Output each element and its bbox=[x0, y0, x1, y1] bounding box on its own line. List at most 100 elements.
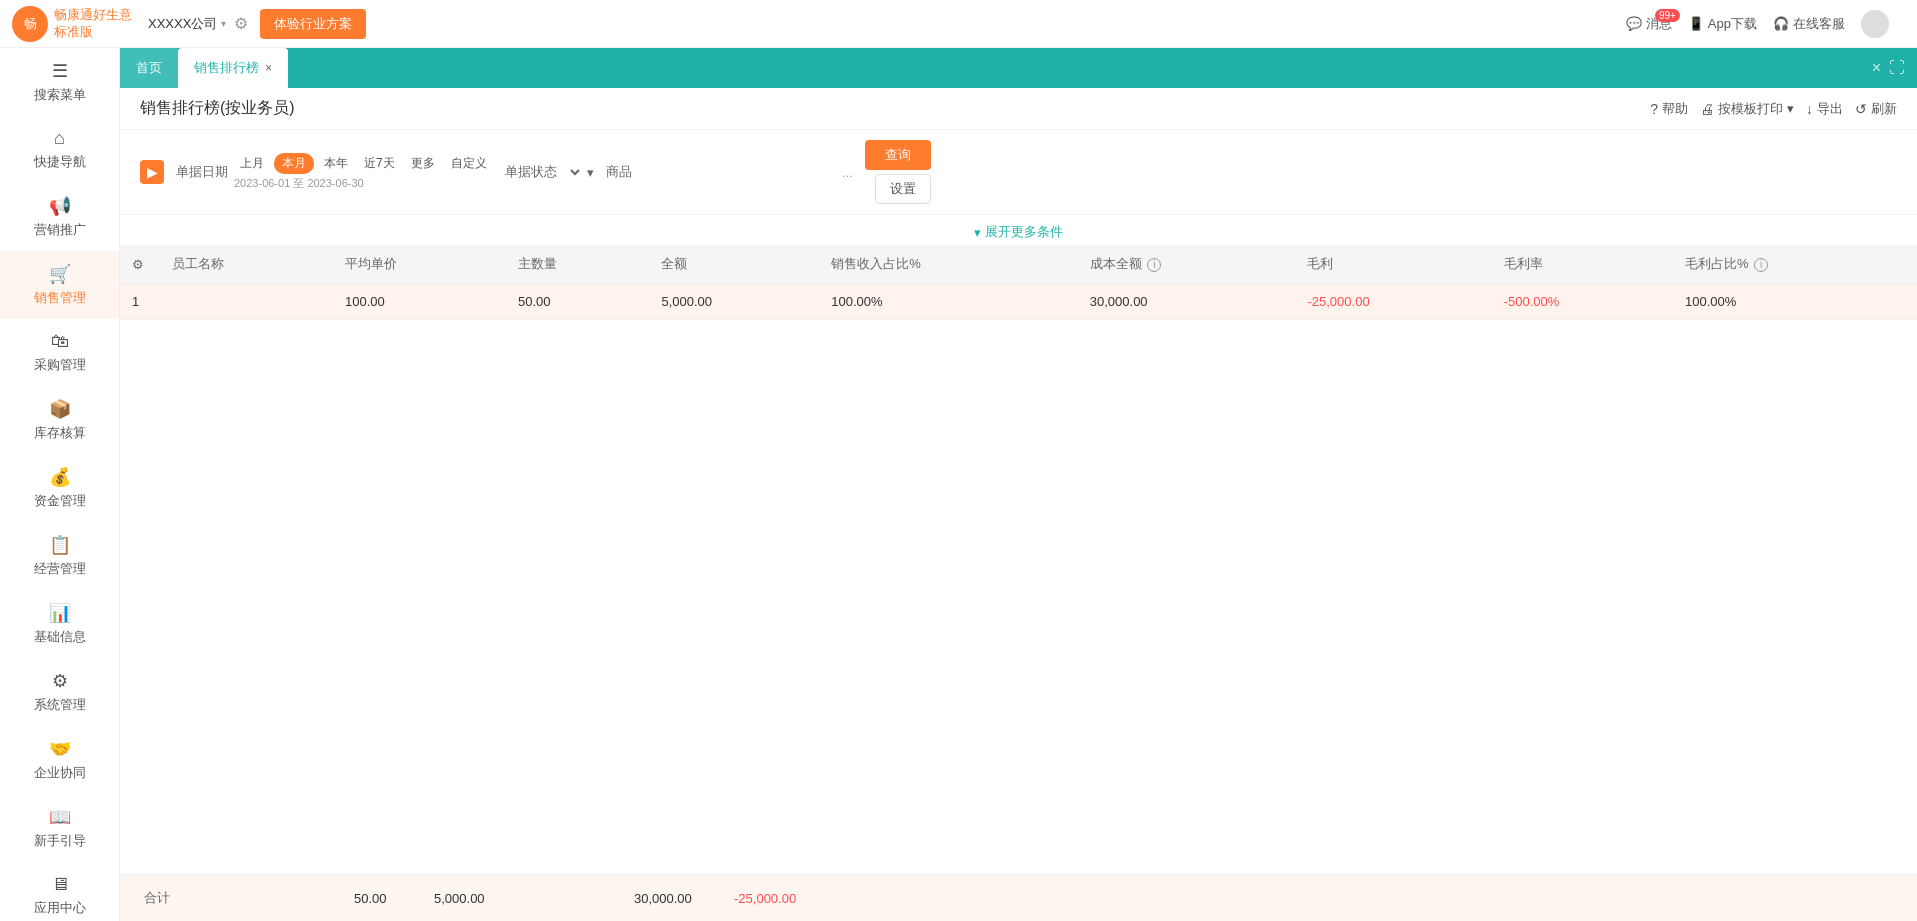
table-body: 1100.0050.005,000.00100.00%30,000.00-25,… bbox=[120, 284, 1917, 320]
sidebar-item-marketing[interactable]: 📢 营销推广 bbox=[0, 183, 119, 251]
message-badge: 99+ bbox=[1655, 9, 1680, 22]
date-option-thismonth[interactable]: 本月 bbox=[274, 153, 314, 174]
sidebar-label-search: 搜索菜单 bbox=[34, 86, 86, 104]
print-button[interactable]: 🖨 按模板打印 ▾ bbox=[1700, 100, 1794, 118]
sidebar-item-finance[interactable]: 💰 资金管理 bbox=[0, 454, 119, 522]
sidebar-item-search[interactable]: ☰ 搜索菜单 bbox=[0, 48, 119, 116]
expand-more-button[interactable]: ▾ 展开更多条件 bbox=[974, 223, 1063, 241]
sidebar-item-inventory[interactable]: 📦 库存核算 bbox=[0, 386, 119, 454]
tab-close-icon[interactable]: × bbox=[265, 61, 272, 75]
cell-profit: -25,000.00 bbox=[1295, 284, 1491, 320]
footer-main-qty: 50.00 bbox=[342, 887, 422, 910]
guide-icon: 📖 bbox=[49, 806, 71, 828]
tab-home[interactable]: 首页 bbox=[120, 48, 178, 88]
goods-text-input[interactable] bbox=[638, 165, 838, 180]
company-selector[interactable]: XXXXX公司 ▾ bbox=[148, 15, 226, 33]
export-icon: ↓ bbox=[1806, 101, 1813, 117]
finance-icon: 💰 bbox=[49, 466, 71, 488]
home-icon: ⌂ bbox=[54, 128, 65, 149]
sidebar-item-quicknav[interactable]: ⌂ 快捷导航 bbox=[0, 116, 119, 183]
goods-dots-button[interactable]: ... bbox=[842, 165, 853, 180]
expand-arrow-button[interactable]: ▶ bbox=[140, 160, 164, 184]
status-select[interactable]: ▾ bbox=[563, 164, 594, 181]
goods-filter-label: 商品 bbox=[606, 163, 632, 181]
print-icon: 🖨 bbox=[1700, 101, 1714, 117]
date-option-more[interactable]: 更多 bbox=[405, 153, 441, 174]
trial-button[interactable]: 体验行业方案 bbox=[260, 9, 366, 39]
th-employee: 员工名称 bbox=[160, 245, 333, 284]
date-option-thisyear[interactable]: 本年 bbox=[318, 153, 354, 174]
settings-col-icon[interactable]: ⚙ bbox=[132, 257, 144, 272]
cell-cost: 30,000.00 bbox=[1078, 284, 1296, 320]
sidebar-label-sales: 销售管理 bbox=[34, 289, 86, 307]
status-dropdown[interactable] bbox=[563, 164, 583, 181]
table-wrapper: ⚙ 员工名称 平均单价 主数量 全额 销售收入占比% 成本全额 i 毛利 毛利率… bbox=[120, 245, 1917, 921]
tab-bar-right: × ⛶ bbox=[1872, 59, 1917, 77]
date-option-lastmonth[interactable]: 上月 bbox=[234, 153, 270, 174]
profit-pct-info-icon[interactable]: i bbox=[1754, 258, 1768, 272]
th-profit-rate: 毛利率 bbox=[1492, 245, 1673, 284]
gear-icon[interactable]: ⚙ bbox=[234, 14, 248, 33]
refresh-button[interactable]: ↺ 刷新 bbox=[1855, 100, 1897, 118]
app-download-button[interactable]: 📱 App下载 bbox=[1688, 15, 1757, 33]
sidebar-item-guide[interactable]: 📖 新手引导 bbox=[0, 794, 119, 862]
sidebar-item-enterprise[interactable]: 🤝 企业协同 bbox=[0, 726, 119, 794]
tab-sales-ranking[interactable]: 销售排行榜 × bbox=[178, 48, 288, 88]
th-profit-pct: 毛利占比% i bbox=[1673, 245, 1917, 284]
footer-label: 合计 bbox=[132, 885, 252, 911]
th-settings[interactable]: ⚙ bbox=[120, 245, 160, 284]
window-close-icon[interactable]: × bbox=[1872, 59, 1881, 77]
sidebar-item-purchase[interactable]: 🛍 采购管理 bbox=[0, 319, 119, 386]
page-content: 销售排行榜(按业务员) ? 帮助 🖨 按模板打印 ▾ ↓ 导出 bbox=[120, 88, 1917, 921]
sidebar-item-system[interactable]: ⚙ 系统管理 bbox=[0, 658, 119, 726]
cell-employee bbox=[160, 284, 333, 320]
sidebar-label-inventory: 库存核算 bbox=[34, 424, 86, 442]
th-avg-price: 平均单价 bbox=[333, 245, 506, 284]
date-option-custom[interactable]: 自定义 bbox=[445, 153, 493, 174]
search-menu-icon: ☰ bbox=[52, 60, 68, 82]
print-arrow-icon: ▾ bbox=[1787, 101, 1794, 116]
sidebar-item-basics[interactable]: 📊 基础信息 bbox=[0, 590, 119, 658]
cell-profit-pct: 100.00% bbox=[1673, 284, 1917, 320]
th-main-qty: 主数量 bbox=[506, 245, 649, 284]
data-table: ⚙ 员工名称 平均单价 主数量 全额 销售收入占比% 成本全额 i 毛利 毛利率… bbox=[120, 245, 1917, 320]
help-button[interactable]: ? 帮助 bbox=[1650, 100, 1688, 118]
page-actions: ? 帮助 🖨 按模板打印 ▾ ↓ 导出 ↺ 刷新 bbox=[1650, 100, 1897, 118]
sidebar-label-enterprise: 企业协同 bbox=[34, 764, 86, 782]
sidebar-item-sales[interactable]: 🛒 销售管理 bbox=[0, 251, 119, 319]
sales-icon: 🛒 bbox=[49, 263, 71, 285]
online-service-button[interactable]: 🎧 在线客服 bbox=[1773, 15, 1845, 33]
purchase-icon: 🛍 bbox=[51, 331, 69, 352]
page-header: 销售排行榜(按业务员) ? 帮助 🖨 按模板打印 ▾ ↓ 导出 bbox=[120, 88, 1917, 129]
status-filter-group: 单据状态 ▾ bbox=[505, 163, 594, 181]
message-button[interactable]: 💬 消息 99+ bbox=[1626, 15, 1672, 33]
table-row: 1100.0050.005,000.00100.00%30,000.00-25,… bbox=[120, 284, 1917, 320]
tab-active-label: 销售排行榜 bbox=[194, 59, 259, 77]
filter-actions: 查询 设置 bbox=[865, 140, 931, 204]
app-icon: 📱 bbox=[1688, 16, 1704, 31]
sidebar-item-operations[interactable]: 📋 经营管理 bbox=[0, 522, 119, 590]
cell-main-qty: 50.00 bbox=[506, 284, 649, 320]
content-area: 首页 销售排行榜 × × ⛶ 销售排行榜(按业务员) ? 帮助 bbox=[120, 48, 1917, 921]
appstore-icon: 🖥 bbox=[51, 874, 69, 895]
cell-sales-pct: 100.00% bbox=[819, 284, 1078, 320]
window-max-icon[interactable]: ⛶ bbox=[1889, 59, 1905, 77]
date-option-7days[interactable]: 近7天 bbox=[358, 153, 401, 174]
th-cost: 成本全额 i bbox=[1078, 245, 1296, 284]
refresh-icon: ↺ bbox=[1855, 101, 1867, 117]
query-button[interactable]: 查询 bbox=[865, 140, 931, 170]
sidebar-label-finance: 资金管理 bbox=[34, 492, 86, 510]
avatar[interactable] bbox=[1861, 10, 1889, 38]
page-title: 销售排行榜(按业务员) bbox=[140, 98, 295, 119]
status-filter-label: 单据状态 bbox=[505, 163, 557, 181]
cost-info-icon[interactable]: i bbox=[1147, 258, 1161, 272]
table-header-row: ⚙ 员工名称 平均单价 主数量 全额 销售收入占比% 成本全额 i 毛利 毛利率… bbox=[120, 245, 1917, 284]
header-right: 💬 消息 99+ 📱 App下载 🎧 在线客服 bbox=[1626, 10, 1905, 38]
sidebar-item-appstore[interactable]: 🖥 应用中心 bbox=[0, 862, 119, 921]
goods-input[interactable]: ... bbox=[638, 165, 853, 180]
cell-amount: 5,000.00 bbox=[649, 284, 819, 320]
logo-area: 畅 畅康通好生意 标准版 bbox=[12, 6, 132, 42]
sidebar-label-operations: 经营管理 bbox=[34, 560, 86, 578]
export-button[interactable]: ↓ 导出 bbox=[1806, 100, 1843, 118]
settings-button[interactable]: 设置 bbox=[875, 174, 931, 204]
